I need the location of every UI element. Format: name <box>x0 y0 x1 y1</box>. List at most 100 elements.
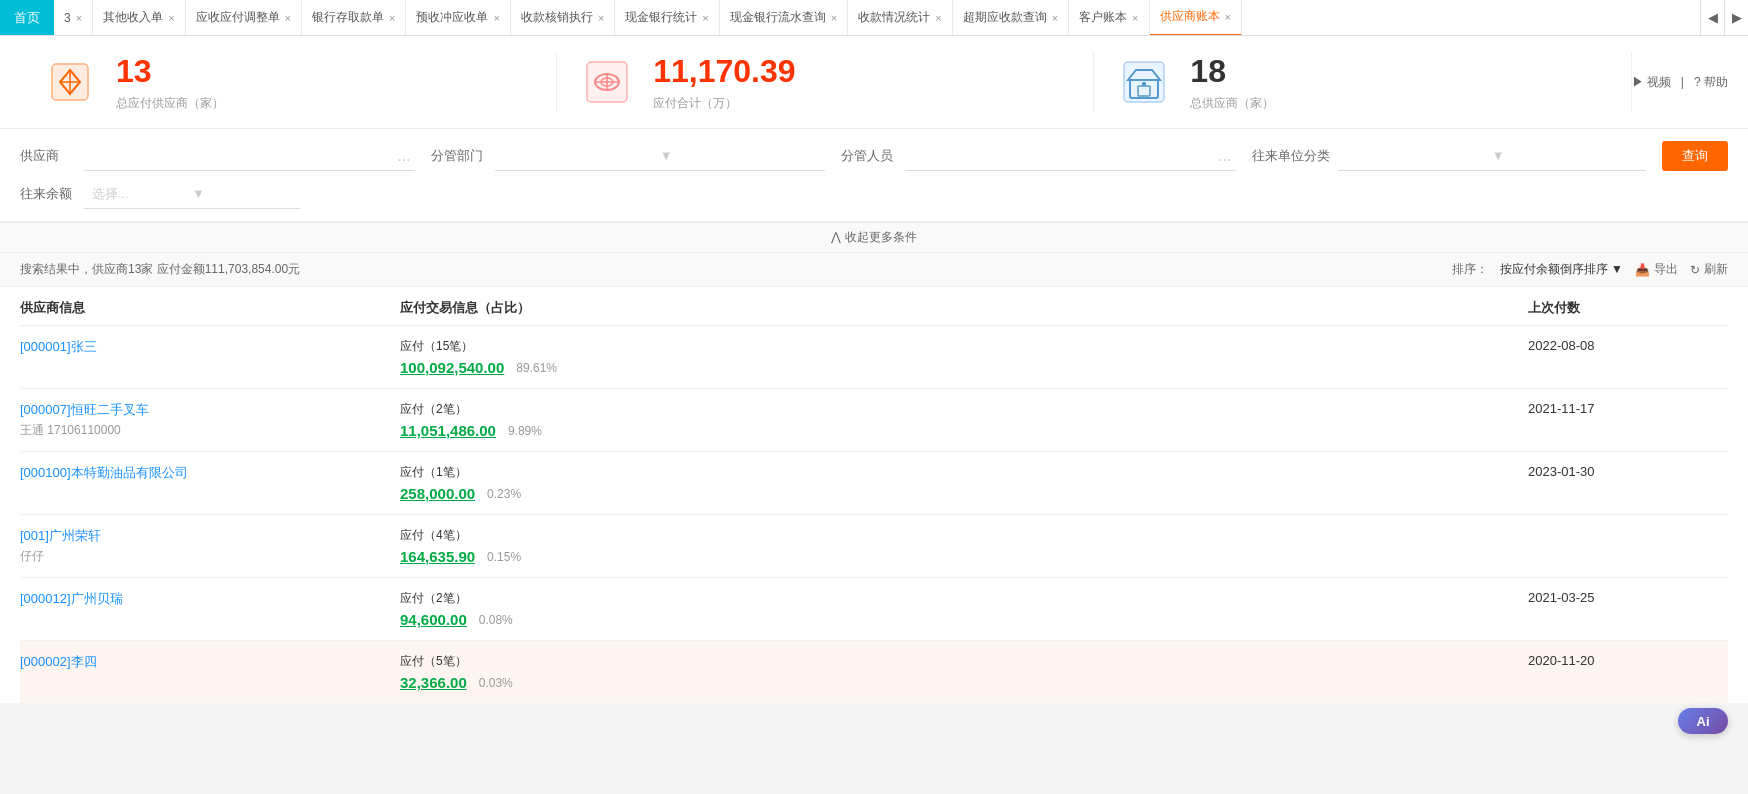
tab-prepay-offset[interactable]: 预收冲应收单 × <box>406 0 510 36</box>
table-row: [000002]李四 应付（5笔） 32,366.00 0.03% 2020-1… <box>20 641 1728 703</box>
tab-ar-ap-adjust[interactable]: 应收应付调整单 × <box>186 0 302 36</box>
summary-card-total-suppliers: 18 总供应商（家） <box>1094 52 1631 112</box>
close-tab-other-income[interactable]: × <box>168 12 174 24</box>
transaction-cell-4: 应付（2笔） 94,600.00 0.08% <box>400 590 1528 628</box>
ap-total-info: 11,170.39 应付合计（万） <box>653 52 1073 111</box>
close-tab-customer-ledger[interactable]: × <box>1132 12 1138 24</box>
refresh-btn[interactable]: ↻ 刷新 <box>1690 261 1728 278</box>
nav-prev-btn[interactable]: ◀ <box>1700 0 1724 36</box>
table-row: [001]广州荣轩 仔仔 应付（4笔） 164,635.90 0.15% <box>20 515 1728 578</box>
close-tab-ar-ap-adjust[interactable]: × <box>285 12 291 24</box>
summary-card-ap-total: 11,170.39 应付合计（万） <box>557 52 1094 112</box>
lastpay-cell-4: 2021-03-25 <box>1528 590 1728 605</box>
supplier-link-2[interactable]: [000100]本特勤油品有限公司 <box>20 465 188 480</box>
lastpay-date-2: 2023-01-30 <box>1528 464 1595 479</box>
help-link[interactable]: ? 帮助 <box>1694 74 1728 91</box>
tx-label-2: 应付（1笔） <box>400 464 1528 481</box>
tab-cash-bank-flow[interactable]: 现金银行流水查询 × <box>720 0 848 36</box>
tx-pct-1: 9.89% <box>508 424 542 438</box>
ap-suppliers-number: 13 <box>116 52 536 90</box>
tx-amount-1[interactable]: 11,051,486.00 <box>400 422 496 439</box>
category-dropdown-arrow: ▼ <box>1492 148 1638 163</box>
supplier-link-0[interactable]: [000001]张三 <box>20 339 97 354</box>
tx-pct-4: 0.08% <box>479 613 513 627</box>
tab-supplier-ledger[interactable]: 供应商账本 × <box>1150 0 1242 36</box>
tx-pct-5: 0.03% <box>479 676 513 690</box>
ap-suppliers-icon <box>40 52 100 112</box>
collapse-bar[interactable]: ⋀ 收起更多条件 <box>0 222 1748 253</box>
supplier-input-container: ... <box>84 141 415 171</box>
supplier-cell-2: [000100]本特勤油品有限公司 <box>20 464 400 482</box>
supplier-cell-5: [000002]李四 <box>20 653 400 671</box>
ap-total-label: 应付合计（万） <box>653 95 1073 112</box>
total-suppliers-info: 18 总供应商（家） <box>1190 52 1610 111</box>
person-input[interactable] <box>909 148 1218 163</box>
filter-row-1: 供应商 ... 分管部门 ▼ 分管人员 ... 往来单位分类 <box>20 141 1728 171</box>
tx-amount-2[interactable]: 258,000.00 <box>400 485 475 502</box>
tab-other-income[interactable]: 其他收入单 × <box>93 0 185 36</box>
supplier-link-1[interactable]: [000007]恒旺二手叉车 <box>20 402 149 417</box>
category-label: 往来单位分类 <box>1252 147 1330 165</box>
export-btn[interactable]: 📥 导出 <box>1635 261 1678 278</box>
balance-label: 往来余额 <box>20 185 76 203</box>
filter-row-2: 往来余额 选择... ▼ <box>20 179 1728 209</box>
close-tab-cash-bank-flow[interactable]: × <box>831 12 837 24</box>
tx-label-1: 应付（2笔） <box>400 401 1528 418</box>
lastpay-date-4: 2021-03-25 <box>1528 590 1595 605</box>
transaction-cell-3: 应付（4笔） 164,635.90 0.15% <box>400 527 1528 565</box>
lastpay-cell-5: 2020-11-20 <box>1528 653 1728 668</box>
tx-amount-5[interactable]: 32,366.00 <box>400 674 467 691</box>
close-tab-collection-execute[interactable]: × <box>598 12 604 24</box>
total-suppliers-icon <box>1114 52 1174 112</box>
lastpay-date-5: 2020-11-20 <box>1528 653 1595 668</box>
tx-amount-3[interactable]: 164,635.90 <box>400 548 475 565</box>
category-select[interactable]: ▼ <box>1338 141 1647 171</box>
help-icon: ? <box>1694 75 1701 89</box>
tab-3[interactable]: 3 × <box>54 0 93 36</box>
tab-customer-ledger[interactable]: 客户账本 × <box>1069 0 1149 36</box>
tab-bank-deposit[interactable]: 银行存取款单 × <box>302 0 406 36</box>
sort-label: 排序： <box>1452 261 1488 278</box>
close-tab-3[interactable]: × <box>76 12 82 24</box>
filter-dept: 分管部门 ▼ <box>431 141 826 171</box>
transaction-cell-5: 应付（5笔） 32,366.00 0.03% <box>400 653 1528 691</box>
video-link[interactable]: ▶ 视频 <box>1632 74 1671 91</box>
ap-total-number: 11,170.39 <box>653 52 1073 90</box>
filter-supplier: 供应商 ... <box>20 141 415 171</box>
close-tab-collection-stats[interactable]: × <box>935 12 941 24</box>
close-tab-supplier-ledger[interactable]: × <box>1225 11 1231 23</box>
supplier-input[interactable] <box>88 148 397 163</box>
summary-card-ap-suppliers: 13 总应付供应商（家） <box>20 52 557 112</box>
nav-next-btn[interactable]: ▶ <box>1724 0 1748 36</box>
lastpay-cell-2: 2023-01-30 <box>1528 464 1728 479</box>
supplier-cell-1: [000007]恒旺二手叉车 王通 17106110000 <box>20 401 400 439</box>
lastpay-date-1: 2021-11-17 <box>1528 401 1595 416</box>
search-button[interactable]: 查询 <box>1662 141 1728 171</box>
tx-amount-0[interactable]: 100,092,540.00 <box>400 359 504 376</box>
tab-cash-bank-stats[interactable]: 现金银行统计 × <box>615 0 719 36</box>
close-tab-overdue-query[interactable]: × <box>1052 12 1058 24</box>
tab-overdue-query[interactable]: 超期应收款查询 × <box>953 0 1069 36</box>
table-section: 供应商信息 应付交易信息（占比） 上次付数 [000001]张三 应付（15笔）… <box>0 287 1748 703</box>
home-tab[interactable]: 首页 <box>0 0 54 36</box>
supplier-link-5[interactable]: [000002]李四 <box>20 654 97 669</box>
summary-actions: ▶ 视频 | ? 帮助 <box>1632 74 1729 91</box>
result-summary: 搜索结果中，供应商13家 应付金额111,703,854.00元 <box>20 261 300 278</box>
transaction-cell-1: 应付（2笔） 11,051,486.00 9.89% <box>400 401 1528 439</box>
supplier-link-4[interactable]: [000012]广州贝瑞 <box>20 591 123 606</box>
close-tab-prepay-offset[interactable]: × <box>493 12 499 24</box>
tx-pct-2: 0.23% <box>487 487 521 501</box>
supplier-link-3[interactable]: [001]广州荣轩 <box>20 528 101 543</box>
balance-select[interactable]: 选择... ▼ <box>84 179 300 209</box>
tab-collection-stats[interactable]: 收款情况统计 × <box>848 0 952 36</box>
tab-collection-execute[interactable]: 收款核销执行 × <box>511 0 615 36</box>
close-tab-bank-deposit[interactable]: × <box>389 12 395 24</box>
close-tab-cash-bank-stats[interactable]: × <box>702 12 708 24</box>
dept-select[interactable]: ▼ <box>495 141 826 171</box>
person-dots[interactable]: ... <box>1218 147 1231 165</box>
supplier-dots[interactable]: ... <box>397 147 410 165</box>
sort-dropdown-arrow: ▼ <box>1611 262 1623 276</box>
sort-select[interactable]: 按应付余额倒序排序 ▼ <box>1500 261 1623 278</box>
tx-label-5: 应付（5笔） <box>400 653 1528 670</box>
tx-amount-4[interactable]: 94,600.00 <box>400 611 467 628</box>
